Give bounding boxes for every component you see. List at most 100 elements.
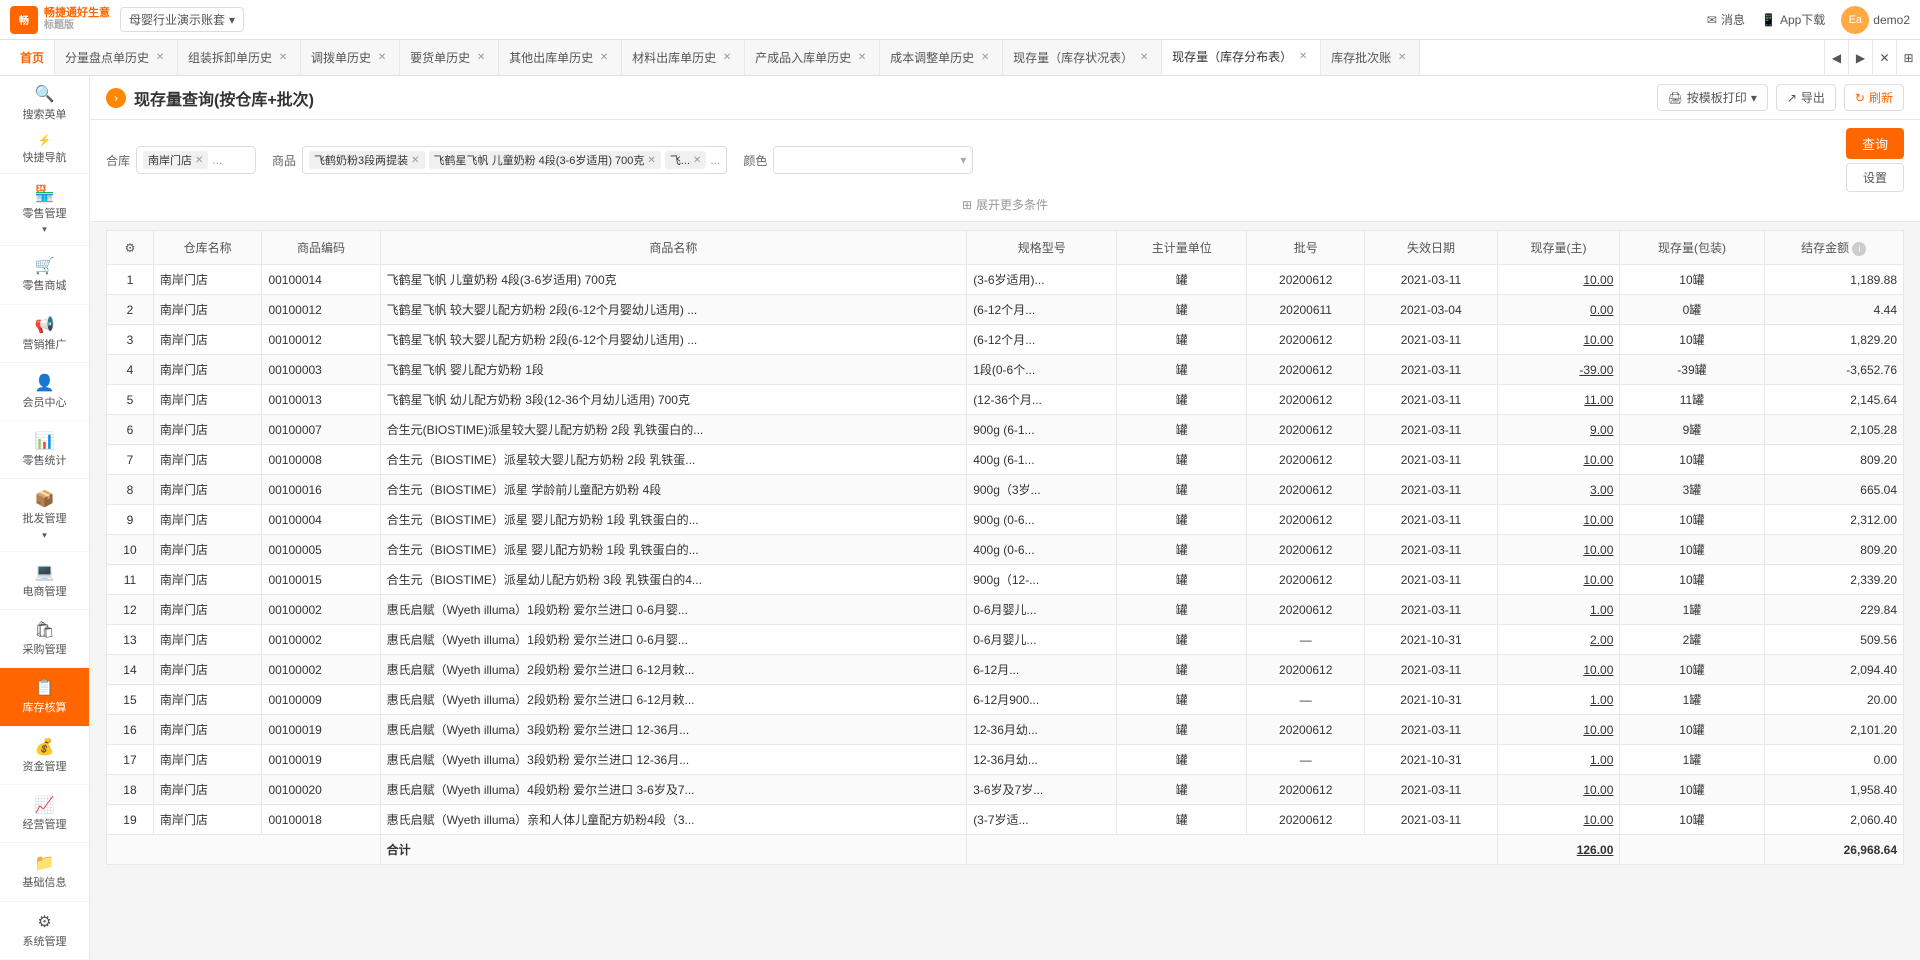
refresh-btn[interactable]: ↻ 刷新	[1844, 84, 1904, 111]
sidebar-item-marketing[interactable]: 📢 营销推广	[0, 305, 89, 363]
tab-other-out[interactable]: 其他出库单历史 ✕	[499, 40, 622, 76]
tab-nav-arrows: ◀ ▶ ✕ ⊞	[1824, 40, 1920, 76]
settings-btn[interactable]: 设置	[1846, 163, 1904, 192]
sidebar-item-finance[interactable]: 💰 资金管理	[0, 727, 89, 785]
product-input[interactable]: 飞鹤奶粉3段两提装 ✕ 飞鹤星飞帆 儿童奶粉 4段(3-6岁适用) 700克 ✕…	[302, 146, 727, 174]
table-cell[interactable]: 11.00	[1497, 385, 1620, 415]
sidebar-inventory-label: 库存核算	[23, 701, 67, 715]
sidebar-item-base[interactable]: 📁 基础信息	[0, 843, 89, 901]
tab-batch-account-close[interactable]: ✕	[1395, 51, 1409, 65]
table-cell: 南岸门店	[153, 355, 262, 385]
th-stock-main: 现存量(主)	[1497, 231, 1620, 265]
table-cell: 00100019	[262, 715, 380, 745]
th-batch: 批号	[1247, 231, 1365, 265]
table-cell[interactable]: 1.00	[1497, 745, 1620, 775]
tab-close-all-btn[interactable]: ✕	[1872, 40, 1896, 76]
sidebar-item-ecommerce[interactable]: 💻 电商管理	[0, 552, 89, 610]
table-cell: 南岸门店	[153, 805, 262, 835]
table-cell: 惠氏启赋（Wyeth illuma）亲和人体儿童配方奶粉4段（3...	[380, 805, 967, 835]
product-tag-3-close[interactable]: ✕	[693, 155, 701, 166]
table-cell[interactable]: -39.00	[1497, 355, 1620, 385]
tab-prod-in-close[interactable]: ✕	[855, 51, 869, 65]
tab-home[interactable]: 首页	[10, 40, 55, 76]
tab-mat-out-close[interactable]: ✕	[720, 51, 734, 65]
sidebar-item-wholesale[interactable]: 📦 批发管理 ▾	[0, 479, 89, 551]
table-cell[interactable]: 10.00	[1497, 565, 1620, 595]
tab-batch-account[interactable]: 库存批次账 ✕	[1321, 40, 1420, 76]
footer-stock-total[interactable]: 126.00	[1497, 835, 1620, 865]
color-input[interactable]: ▾	[773, 146, 973, 174]
export-btn[interactable]: ↗ 导出	[1776, 84, 1836, 111]
table-cell[interactable]: 10.00	[1497, 715, 1620, 745]
sidebar-item-system[interactable]: ⚙ 系统管理	[0, 902, 89, 960]
tab-stock-dist[interactable]: 现存量（库存分布表） ✕	[1162, 40, 1321, 76]
table-cell: 00100019	[262, 745, 380, 775]
table-cell: 20200612	[1247, 385, 1365, 415]
table-cell[interactable]: 1.00	[1497, 685, 1620, 715]
table-cell[interactable]: 0.00	[1497, 295, 1620, 325]
sidebar-item-purchase[interactable]: 🛍 采购管理	[0, 610, 89, 668]
table-cell[interactable]: 10.00	[1497, 535, 1620, 565]
sidebar-item-retail-mall[interactable]: 🛒 零售商城	[0, 246, 89, 304]
tab-mat-out[interactable]: 材料出库单历史 ✕	[622, 40, 745, 76]
sidebar-item-member[interactable]: 👤 会员中心	[0, 363, 89, 421]
sidebar-item-ops[interactable]: 📈 经营管理	[0, 785, 89, 843]
warehouse-tag-close[interactable]: ✕	[195, 155, 203, 166]
tab-prev-btn[interactable]: ◀	[1824, 40, 1848, 76]
message-btn[interactable]: ✉ 消息	[1707, 11, 1745, 28]
table-row: 14南岸门店00100002惠氏启赋（Wyeth illuma）2段奶粉 爱尔兰…	[107, 655, 1904, 685]
tab-dismantle[interactable]: 组装拆卸单历史 ✕	[178, 40, 301, 76]
tab-stock-status[interactable]: 现存量（库存状况表） ✕	[1003, 40, 1162, 76]
tab-mix-close[interactable]: ✕	[375, 51, 389, 65]
table-cell[interactable]: 10.00	[1497, 805, 1620, 835]
table-cell[interactable]: 3.00	[1497, 475, 1620, 505]
tab-dismantle-close[interactable]: ✕	[276, 51, 290, 65]
table-cell[interactable]: 10.00	[1497, 505, 1620, 535]
sidebar-item-retail[interactable]: 🏪 零售管理 ▾	[0, 174, 89, 246]
table-cell[interactable]: 1.00	[1497, 595, 1620, 625]
balance-info-icon[interactable]: i	[1852, 242, 1866, 256]
table-cell[interactable]: 10.00	[1497, 655, 1620, 685]
warehouse-input[interactable]: 南岸门店 ✕ ...	[136, 146, 256, 174]
sidebar-quick-nav-btn[interactable]: ⚡ 快捷导航	[0, 130, 89, 174]
table-cell: 2021-03-11	[1365, 355, 1497, 385]
print-btn[interactable]: 🖨 按模板打印 ▾	[1657, 84, 1768, 111]
sidebar-search-btn[interactable]: 🔍 搜索英单	[0, 76, 89, 130]
sidebar-item-inventory[interactable]: 📋 库存核算	[0, 668, 89, 726]
table-cell[interactable]: 10.00	[1497, 775, 1620, 805]
table-cell[interactable]: 2.00	[1497, 625, 1620, 655]
tab-cost[interactable]: 成本调整单历史 ✕	[880, 40, 1003, 76]
table-cell: 1,829.20	[1764, 325, 1903, 355]
tab-other-out-close[interactable]: ✕	[597, 51, 611, 65]
tab-stock-status-close[interactable]: ✕	[1137, 51, 1151, 65]
product-tag-1-close[interactable]: ✕	[411, 155, 419, 166]
tab-prod-in[interactable]: 产成品入库单历史 ✕	[745, 40, 880, 76]
tab-expand-btn[interactable]: ⊞	[1896, 40, 1920, 76]
table-cell[interactable]: 9.00	[1497, 415, 1620, 445]
expand-btn[interactable]: ›	[106, 88, 126, 108]
table-cell: 2021-10-31	[1365, 625, 1497, 655]
tab-req[interactable]: 要货单历史 ✕	[400, 40, 499, 76]
tab-req-close[interactable]: ✕	[474, 51, 488, 65]
table-row: 15南岸门店00100009惠氏启赋（Wyeth illuma）2段奶粉 爱尔兰…	[107, 685, 1904, 715]
tab-batch-account-label: 库存批次账	[1331, 49, 1391, 66]
query-btn[interactable]: 查询	[1846, 128, 1904, 159]
tab-split[interactable]: 分量盘点单历史 ✕	[55, 40, 178, 76]
footer-label: 合计	[380, 835, 967, 865]
tab-next-btn[interactable]: ▶	[1848, 40, 1872, 76]
table-cell[interactable]: 10.00	[1497, 325, 1620, 355]
tab-cost-close[interactable]: ✕	[978, 51, 992, 65]
table-cell[interactable]: 10.00	[1497, 445, 1620, 475]
table-cell[interactable]: 10.00	[1497, 265, 1620, 295]
th-settings[interactable]: ⚙	[107, 231, 154, 265]
sidebar-item-stats[interactable]: 📊 零售统计	[0, 421, 89, 479]
product-tag-2-close[interactable]: ✕	[647, 155, 655, 166]
tab-stock-dist-close[interactable]: ✕	[1296, 50, 1310, 64]
app-download-btn[interactable]: 📱 App下载	[1761, 11, 1825, 28]
user-avatar[interactable]: Ea demo2	[1841, 6, 1910, 34]
account-selector[interactable]: 母婴行业演示账套 ▾	[120, 7, 244, 32]
table-cell: 南岸门店	[153, 715, 262, 745]
tab-mix[interactable]: 调拨单历史 ✕	[301, 40, 400, 76]
tab-split-close[interactable]: ✕	[153, 51, 167, 65]
filter-expand-row[interactable]: ⊞ 展开更多条件	[106, 192, 1904, 213]
